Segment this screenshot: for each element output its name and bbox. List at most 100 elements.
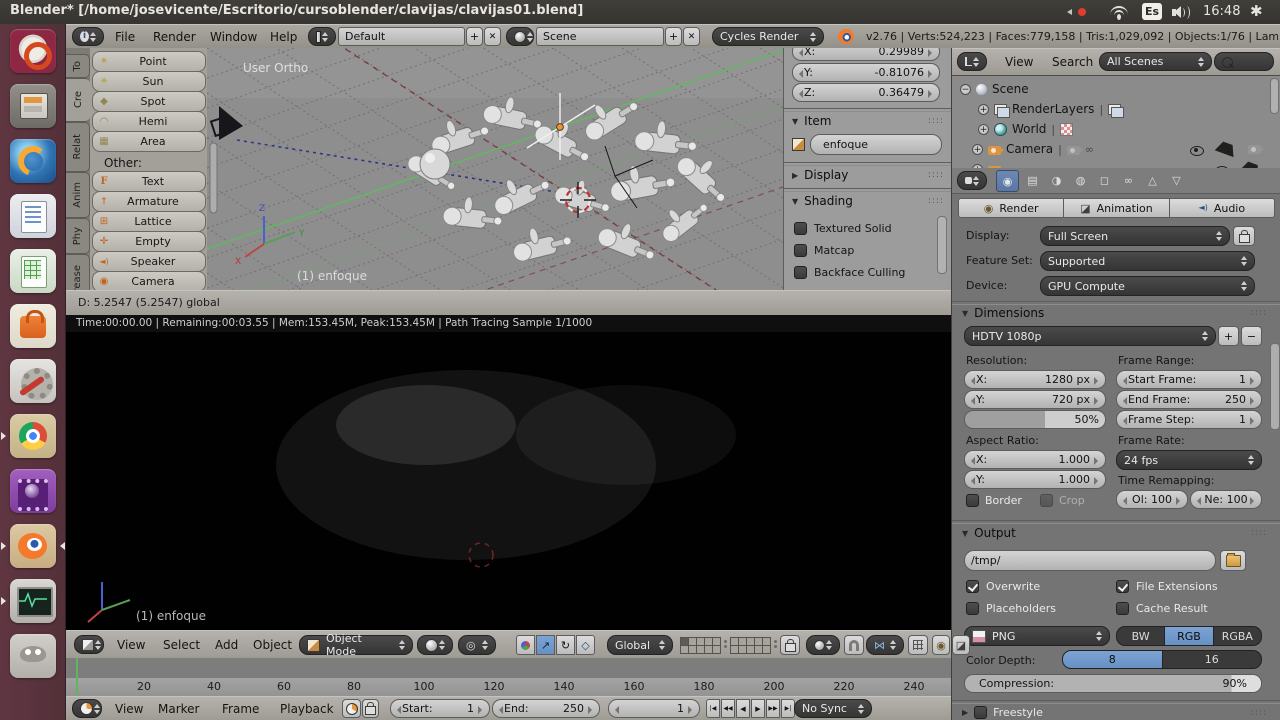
color-mode-rgb[interactable]: RGB xyxy=(1165,627,1214,645)
frame-rate-dropdown[interactable]: 24 fps xyxy=(1116,450,1262,470)
translate-manipulator-button[interactable]: ↗ xyxy=(536,635,555,655)
add-menu[interactable]: Add xyxy=(215,631,238,659)
viewport-editor-selector[interactable] xyxy=(74,635,104,654)
snap-grid-button[interactable] xyxy=(908,635,928,655)
decrement-arrow-icon[interactable] xyxy=(615,705,620,714)
increment-arrow-icon[interactable] xyxy=(1175,496,1181,505)
decrement-arrow-icon[interactable] xyxy=(799,69,804,78)
increment-arrow-icon[interactable] xyxy=(1250,396,1255,405)
screen-layout-icon-button[interactable] xyxy=(308,27,336,46)
outliner-menu-view[interactable]: View xyxy=(1005,49,1033,75)
panel-grip-icon[interactable]: :::: xyxy=(928,170,944,180)
keyboard-layout-indicator[interactable]: Es xyxy=(1142,3,1162,20)
expand-toggle[interactable]: + xyxy=(978,123,989,135)
tab-world[interactable]: ◍ xyxy=(1070,170,1091,190)
output-panel-header[interactable]: ▼ Output:::: xyxy=(962,526,1267,540)
jump-next-keyframe-button[interactable]: ▶▶ xyxy=(766,699,780,718)
increment-arrow-icon[interactable] xyxy=(928,48,933,57)
decrement-arrow-icon[interactable] xyxy=(971,456,976,465)
depth-8[interactable]: 8 xyxy=(1063,651,1163,668)
tab-physics[interactable]: Phy xyxy=(66,218,90,254)
add-empty-button[interactable]: ✛ Empty xyxy=(92,231,206,252)
output-path-field[interactable]: /tmp/ xyxy=(964,550,1216,571)
end-frame-field[interactable]: End: 250 xyxy=(492,699,600,718)
color-mode-bw[interactable]: BW xyxy=(1117,627,1166,645)
end-frame-field[interactable]: End Frame: 250 xyxy=(1116,390,1262,409)
current-frame-field[interactable]: 1 xyxy=(608,699,700,718)
object-menu[interactable]: Object xyxy=(253,631,292,659)
timeline-editor-selector[interactable] xyxy=(72,699,102,718)
collapse-toggle[interactable]: − xyxy=(960,83,971,95)
shading-panel-header[interactable]: ▼ Shading:::: xyxy=(792,194,944,208)
toolshelf-scrollbar[interactable] xyxy=(209,142,218,214)
placeholders-checkbox[interactable]: Placeholders xyxy=(966,602,1056,615)
increment-arrow-icon[interactable] xyxy=(688,705,693,714)
cache-result-checkbox[interactable]: Cache Result xyxy=(1116,602,1208,615)
timeline-menu-marker[interactable]: Marker xyxy=(158,697,199,720)
manipulator-toggle-button[interactable] xyxy=(516,635,535,655)
textured-solid-checkbox[interactable]: Textured Solid xyxy=(794,222,892,235)
scene-add-button[interactable]: + xyxy=(665,27,682,46)
menu-render[interactable]: Render xyxy=(153,25,196,49)
depth-16[interactable]: 16 xyxy=(1163,651,1262,668)
rotate-manipulator-button[interactable]: ↻ xyxy=(556,635,575,655)
scene-lock-button[interactable] xyxy=(780,635,800,655)
add-camera-button[interactable]: ◉ Camera xyxy=(92,271,206,290)
increment-arrow-icon[interactable] xyxy=(1094,376,1099,385)
decrement-arrow-icon[interactable] xyxy=(799,48,804,57)
decrement-arrow-icon[interactable] xyxy=(1197,496,1202,505)
properties-editor-selector[interactable] xyxy=(957,171,987,190)
tab-scene[interactable]: ◑ xyxy=(1046,170,1067,190)
increment-arrow-icon[interactable] xyxy=(588,705,593,714)
object-name-field[interactable]: enfoque xyxy=(810,134,942,155)
expand-toggle[interactable]: + xyxy=(972,143,983,155)
add-lamp-area-button[interactable]: ▦ Area xyxy=(92,131,206,152)
panel-grip-icon[interactable]: :::: xyxy=(1251,708,1267,718)
increment-arrow-icon[interactable] xyxy=(1249,496,1255,505)
tab-relations[interactable]: Relat xyxy=(66,122,90,172)
add-lattice-button[interactable]: ⊞ Lattice xyxy=(92,211,206,232)
timeline-ruler[interactable]: 20 40 60 80 100 120 140 160 180 200 220 … xyxy=(66,678,951,696)
increment-arrow-icon[interactable] xyxy=(478,705,483,714)
add-armature-button[interactable]: † Armature xyxy=(92,191,206,212)
audio-button[interactable]: ◄) Audio xyxy=(1169,198,1275,218)
border-checkbox[interactable]: Border xyxy=(966,494,1022,507)
device-dropdown[interactable]: GPU Compute xyxy=(1040,276,1255,296)
decrement-arrow-icon[interactable] xyxy=(1123,496,1128,505)
launcher-item-system-settings[interactable] xyxy=(9,359,56,403)
current-frame-playhead[interactable] xyxy=(76,658,78,696)
snap-element-dropdown[interactable]: ⋈ xyxy=(866,635,904,655)
timeline-menu-view[interactable]: View xyxy=(115,697,143,720)
decrement-arrow-icon[interactable] xyxy=(1123,396,1128,405)
menu-help[interactable]: Help xyxy=(270,25,297,49)
decrement-arrow-icon[interactable] xyxy=(499,705,504,714)
jump-to-start-button[interactable]: |◀ xyxy=(706,699,720,718)
increment-arrow-icon[interactable] xyxy=(928,89,933,98)
transform-z-field[interactable]: Z: 0.36479 xyxy=(792,83,940,102)
tab-render[interactable]: ◉ xyxy=(996,170,1019,192)
panel-grip-icon[interactable]: :::: xyxy=(1251,528,1267,538)
layers-grid-2[interactable] xyxy=(730,637,771,654)
outliner-row-world[interactable]: + World | xyxy=(978,120,1275,138)
selectability-cursor-icon[interactable] xyxy=(1214,139,1238,157)
outliner-filter-dropdown[interactable]: All Scenes xyxy=(1099,52,1212,71)
lock-frame-button[interactable] xyxy=(362,699,379,718)
render-preview-viewport[interactable]: Time:00:00.00 | Remaining:00:03.55 | Mem… xyxy=(66,315,951,630)
view-menu[interactable]: View xyxy=(117,631,145,659)
play-reverse-button[interactable]: ◀ xyxy=(736,699,750,718)
transform-y-field[interactable]: Y: -0.81076 xyxy=(792,63,940,82)
display-lock-button[interactable] xyxy=(1233,226,1255,246)
resolution-x-field[interactable]: X: 1280 px xyxy=(964,370,1106,389)
add-lamp-spot-button[interactable]: ◆ Spot xyxy=(92,91,206,112)
clock[interactable]: 16:48 xyxy=(1203,4,1240,19)
overwrite-checkbox[interactable]: Overwrite xyxy=(966,580,1040,593)
menu-window[interactable]: Window xyxy=(210,25,257,49)
menu-file[interactable]: File xyxy=(115,25,135,49)
select-menu[interactable]: Select xyxy=(163,631,200,659)
jump-prev-keyframe-button[interactable]: ◀◀ xyxy=(721,699,735,718)
decrement-arrow-icon[interactable] xyxy=(971,476,976,485)
remap-new-field[interactable]: Ne: 100 xyxy=(1190,490,1262,509)
launcher-item-firefox[interactable] xyxy=(9,139,56,183)
add-lamp-hemi-button[interactable]: ◠ Hemi xyxy=(92,111,206,132)
tab-render-layers[interactable]: ▤ xyxy=(1022,170,1043,190)
